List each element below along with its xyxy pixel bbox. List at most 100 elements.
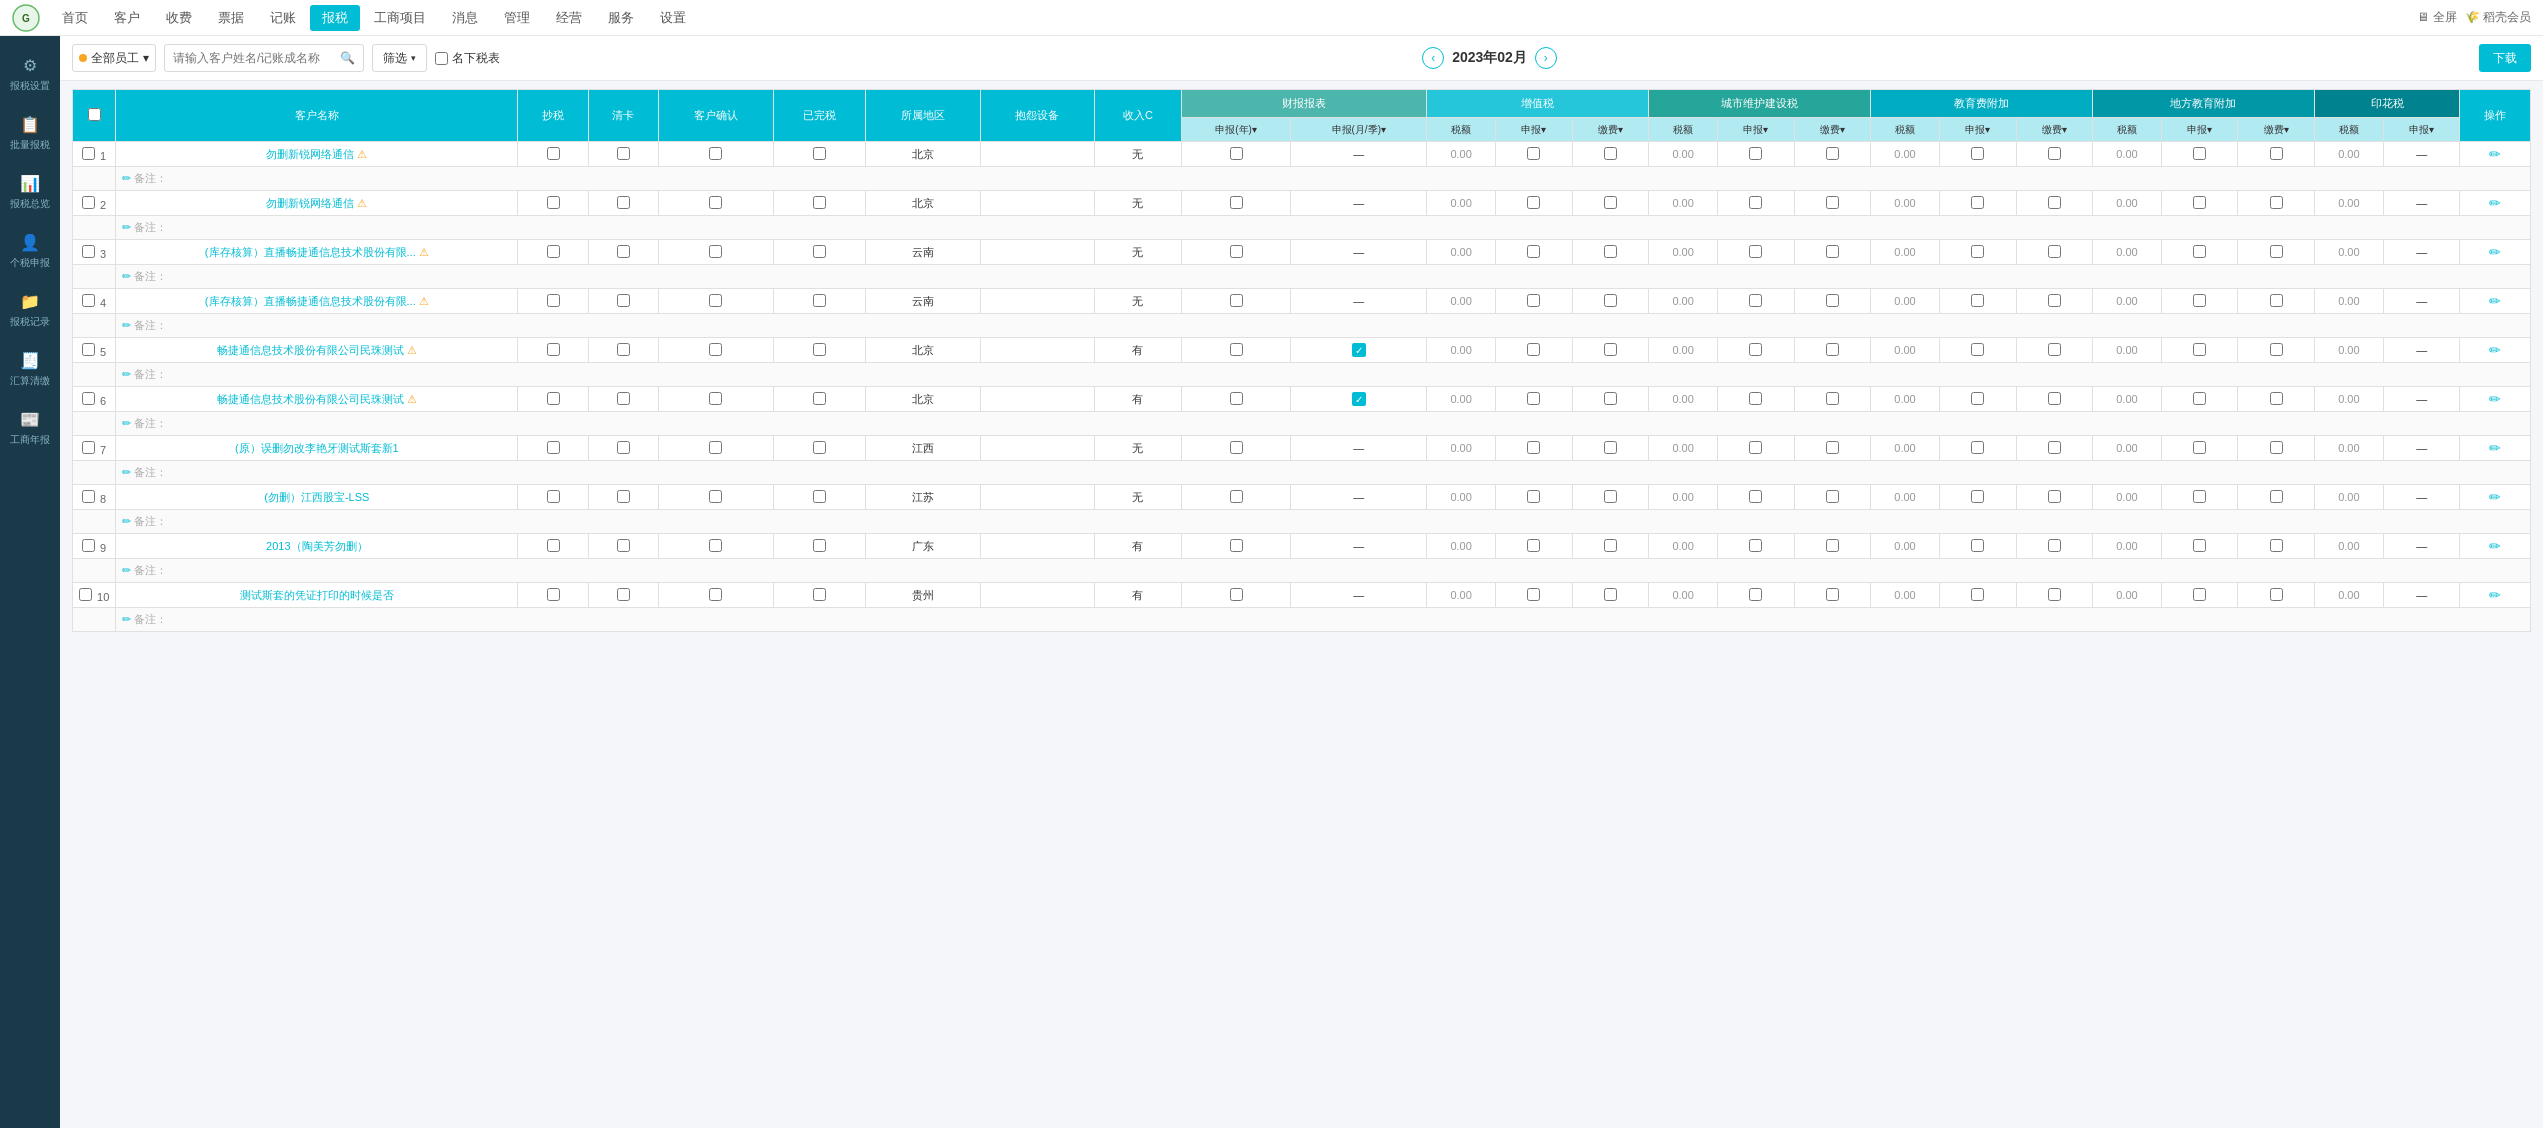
sidebar-item-baoshuizonglan[interactable]: 📊 报税总览	[0, 162, 60, 221]
th-shouru: 收入C	[1095, 90, 1181, 142]
nav-item-收费[interactable]: 收费	[154, 5, 204, 31]
cell-caozuo: ✏	[2460, 583, 2531, 608]
sidebar-label-geshuishenbao: 个税申报	[10, 256, 50, 270]
sidebar-item-piliangbaoshui[interactable]: 📋 批量报税	[0, 103, 60, 162]
row-checkbox[interactable]	[82, 294, 95, 307]
nav-item-票据[interactable]: 票据	[206, 5, 256, 31]
cell-zengzhi_jf	[1572, 338, 1648, 363]
client-name-link[interactable]: (勿删）江西股宝-LSS	[264, 491, 369, 503]
cell-difang-e: 0.00	[2092, 191, 2161, 216]
edit-icon[interactable]: ✏	[2489, 587, 2501, 603]
nav-item-消息[interactable]: 消息	[440, 5, 490, 31]
row-checkbox[interactable]	[82, 441, 95, 454]
edit-icon[interactable]: ✏	[2489, 538, 2501, 554]
main-table: 客户名称 抄税 清卡 客户确认 已完税 所属地区 抱怨设备 收入C 财报报表 增…	[72, 89, 2531, 632]
client-name-link[interactable]: 2013（陶美芳勿删）	[266, 540, 367, 552]
edit-icon[interactable]: ✏	[2489, 440, 2501, 456]
note-row: ✏ 备注：	[73, 510, 2531, 534]
cell-chengshi-e: 0.00	[1649, 387, 1718, 412]
cell-jiaoyu-e: 0.00	[1870, 534, 1939, 559]
edit-icon[interactable]: ✏	[2489, 391, 2501, 407]
filter-button[interactable]: 筛选 ▾	[372, 44, 427, 72]
cell-region: 江苏	[866, 485, 981, 510]
cell-difang-e: 0.00	[2092, 485, 2161, 510]
sidebar-item-geshuishenbaob[interactable]: 👤 个税申报	[0, 221, 60, 280]
nav-item-服务[interactable]: 服务	[596, 5, 646, 31]
fullscreen-btn[interactable]: 🖥 全屏	[2417, 9, 2456, 26]
note-pencil-icon: ✏	[122, 172, 131, 184]
date-nav: ‹ 2023年02月 ›	[1422, 47, 1557, 69]
edit-icon[interactable]: ✏	[2489, 195, 2501, 211]
row-checkbox[interactable]	[82, 245, 95, 258]
edit-icon[interactable]: ✏	[2489, 146, 2501, 162]
sidebar-item-baoshuishezhi[interactable]: ⚙ 报税设置	[0, 44, 60, 103]
nav-item-设置[interactable]: 设置	[648, 5, 698, 31]
member-btn[interactable]: 🌾 稻壳会员	[2465, 9, 2531, 26]
prev-month-button[interactable]: ‹	[1422, 47, 1444, 69]
employee-filter[interactable]: 全部员工 ▾	[72, 44, 156, 72]
cell-income: 有	[1095, 583, 1181, 608]
cell-jiaoyu_sb	[1940, 338, 2016, 363]
cell-chengshi_sb	[1718, 142, 1794, 167]
next-month-button[interactable]: ›	[1535, 47, 1557, 69]
cell-zengzhi-e: 0.00	[1427, 387, 1496, 412]
cell-no: 4	[73, 289, 116, 314]
th-group-zengzhi: 增值税	[1427, 90, 1649, 118]
named-filter-checkbox[interactable]	[435, 52, 448, 65]
select-all-checkbox[interactable]	[88, 108, 101, 121]
cell-caibao-nian	[1181, 485, 1291, 510]
named-filter-label[interactable]: 名下税表	[435, 50, 500, 67]
sidebar-item-gongshangnianbao[interactable]: 📰 工商年报	[0, 398, 60, 457]
settings-icon: ⚙	[19, 54, 41, 76]
edit-icon[interactable]: ✏	[2489, 244, 2501, 260]
client-name-link[interactable]: (库存核算）直播畅捷通信息技术股份有限...	[205, 295, 416, 307]
row-checkbox[interactable]	[82, 147, 95, 160]
cell-qingka	[588, 142, 658, 167]
row-checkbox[interactable]	[82, 539, 95, 552]
row-checkbox[interactable]	[79, 588, 92, 601]
th-group-yinshua: 印花税	[2314, 90, 2460, 118]
cell-shebei	[980, 191, 1095, 216]
nav-item-记账[interactable]: 记账	[258, 5, 308, 31]
note-no	[73, 510, 116, 534]
nav-item-首页[interactable]: 首页	[50, 5, 100, 31]
client-name-link[interactable]: 畅捷通信息技术股份有限公司民珠测试	[217, 344, 404, 356]
note-label: 备注：	[134, 564, 167, 576]
edit-icon[interactable]: ✏	[2489, 489, 2501, 505]
download-button[interactable]: 下载	[2479, 44, 2531, 72]
client-name-link[interactable]: (原）误删勿改李艳牙测试斯套新1	[235, 442, 399, 454]
table-row: 5畅捷通信息技术股份有限公司民珠测试 ⚠北京有✓0.000.000.000.00…	[73, 338, 2531, 363]
client-name-link[interactable]: 勿删新锐网络通信	[266, 148, 354, 160]
note-pencil-icon: ✏	[122, 221, 131, 233]
nav-item-客户[interactable]: 客户	[102, 5, 152, 31]
th-chengshi-sb: 申报▾	[1718, 118, 1794, 142]
row-checkbox[interactable]	[82, 343, 95, 356]
cell-region: 北京	[866, 338, 981, 363]
note-pencil-icon: ✏	[122, 270, 131, 282]
row-checkbox[interactable]	[82, 196, 95, 209]
edit-icon[interactable]: ✏	[2489, 342, 2501, 358]
search-input[interactable]	[173, 51, 336, 65]
cell-queren	[659, 289, 774, 314]
th-zengzhi-jf: 缴费▾	[1572, 118, 1648, 142]
row-checkbox[interactable]	[82, 490, 95, 503]
cell-difang_sb	[2162, 387, 2238, 412]
row-checkbox[interactable]	[82, 392, 95, 405]
client-name-link[interactable]: 测试斯套的凭证打印的时候是否	[240, 589, 394, 601]
nav-item-工商项目[interactable]: 工商项目	[362, 5, 438, 31]
table-row: 8(勿删）江西股宝-LSS江苏无—0.000.000.000.000.00—✏	[73, 485, 2531, 510]
sidebar-item-baoshuijilu[interactable]: 📁 报税记录	[0, 280, 60, 339]
nav-item-管理[interactable]: 管理	[492, 5, 542, 31]
client-name-link[interactable]: 勿删新锐网络通信	[266, 197, 354, 209]
cell-chengshi_jf	[1794, 436, 1870, 461]
edit-icon[interactable]: ✏	[2489, 293, 2501, 309]
sidebar-item-huisuanqingjiao[interactable]: 🧾 汇算清缴	[0, 339, 60, 398]
batch-icon: 📋	[19, 113, 41, 135]
cell-zengzhi_sb	[1496, 436, 1572, 461]
nav-item-经营[interactable]: 经营	[544, 5, 594, 31]
note-cell: ✏ 备注：	[116, 363, 2531, 387]
client-name-link[interactable]: (库存核算）直播畅捷通信息技术股份有限...	[205, 246, 416, 258]
client-name-link[interactable]: 畅捷通信息技术股份有限公司民珠测试	[217, 393, 404, 405]
cell-queren	[659, 534, 774, 559]
nav-item-报税[interactable]: 报税	[310, 5, 360, 31]
